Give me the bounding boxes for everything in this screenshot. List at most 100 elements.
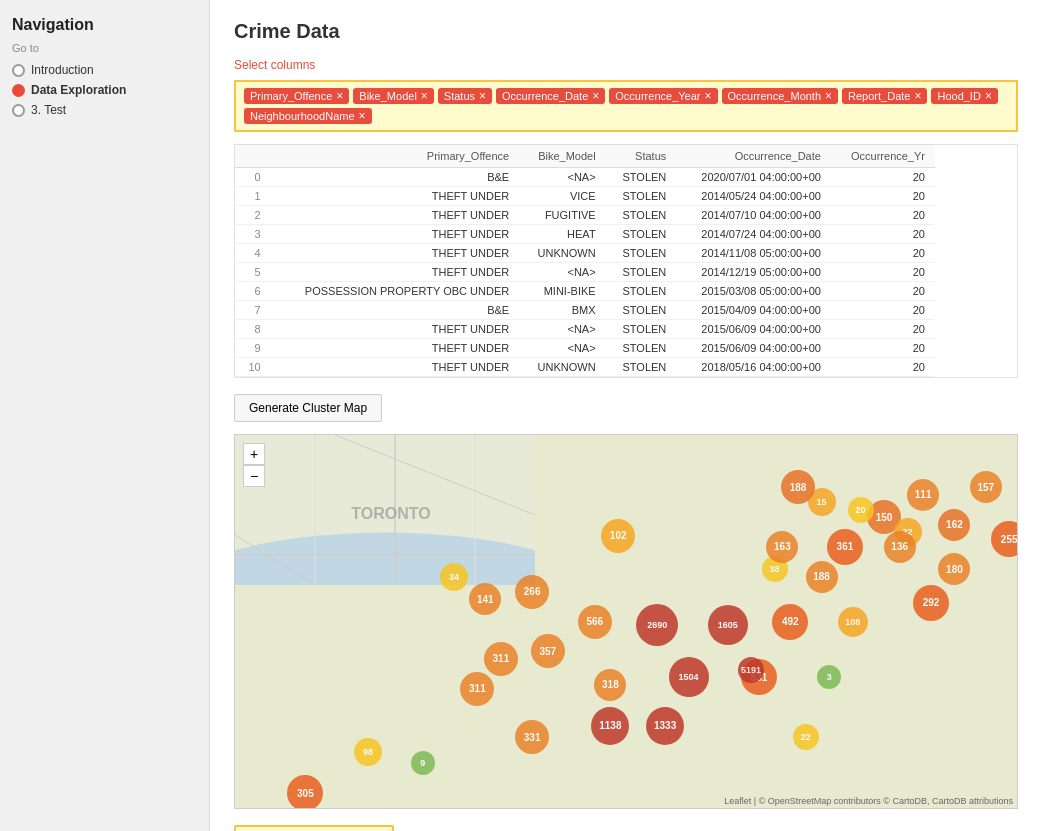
cluster-13[interactable]: 136 bbox=[884, 531, 916, 563]
cell-r9-c2: <NA> bbox=[519, 339, 605, 358]
map-container: TORONTO + − 1510234188150111157255162321… bbox=[234, 434, 1018, 809]
cell-r0-c1: B&E bbox=[271, 168, 519, 187]
sidebar-item-test[interactable]: 3. Test bbox=[12, 100, 197, 120]
cell-r2-c4: 2014/07/10 04:00:00+00 bbox=[676, 206, 831, 225]
cluster-2[interactable]: 102 bbox=[601, 519, 635, 553]
cluster-18[interactable]: 163 bbox=[766, 531, 798, 563]
cell-r5-c1: THEFT UNDER bbox=[271, 263, 519, 282]
cell-r0-c5: 20 bbox=[831, 168, 935, 187]
table-row: 0B&E<NA>STOLEN2020/07/01 04:00:00+0020 bbox=[235, 168, 935, 187]
col-header-occurrence-date: Occurrence_Date bbox=[676, 145, 831, 168]
cell-r2-c3: STOLEN bbox=[606, 206, 677, 225]
cluster-3[interactable]: 34 bbox=[440, 563, 468, 591]
cluster-25[interactable]: 141 bbox=[469, 583, 501, 615]
cluster-30[interactable]: 1504 bbox=[669, 657, 709, 697]
cluster-8[interactable]: 255 bbox=[991, 521, 1018, 557]
cell-r5-c4: 2014/12/19 05:00:00+00 bbox=[676, 263, 831, 282]
cell-r3-c5: 20 bbox=[831, 225, 935, 244]
cell-r5-c0: 5 bbox=[235, 263, 271, 282]
data-table: Primary_OffenceBike_ModelStatusOccurrenc… bbox=[235, 145, 935, 377]
cluster-36[interactable]: 331 bbox=[515, 720, 549, 754]
zoom-out-button[interactable]: − bbox=[243, 465, 265, 487]
sidebar-goto-label: Go to bbox=[12, 42, 197, 54]
cluster-6[interactable]: 111 bbox=[907, 479, 939, 511]
cell-r6-c5: 20 bbox=[831, 282, 935, 301]
cluster-21[interactable]: 2690 bbox=[636, 604, 678, 646]
cluster-39[interactable]: 22 bbox=[793, 724, 819, 750]
cluster-40[interactable]: 305 bbox=[287, 775, 323, 809]
chip-remove-occurrence_month[interactable]: × bbox=[825, 90, 832, 102]
cell-r7-c3: STOLEN bbox=[606, 301, 677, 320]
chip-occurrence-year: Occurrence_Year× bbox=[609, 88, 717, 104]
cluster-9[interactable]: 162 bbox=[938, 509, 970, 541]
select-columns-link[interactable]: Select columns bbox=[234, 58, 315, 72]
cluster-4[interactable]: 188 bbox=[781, 470, 815, 504]
cluster-7[interactable]: 157 bbox=[970, 471, 1002, 503]
cluster-38[interactable]: 9 bbox=[411, 751, 435, 775]
cell-r6-c2: MINI-BIKE bbox=[519, 282, 605, 301]
chip-remove-primary_offence[interactable]: × bbox=[336, 90, 343, 102]
cluster-12[interactable]: 292 bbox=[913, 585, 949, 621]
cluster-33[interactable]: 3 bbox=[817, 665, 841, 689]
cluster-35[interactable]: 1138 bbox=[591, 707, 629, 745]
cell-r2-c2: FUGITIVE bbox=[519, 206, 605, 225]
chip-status: Status× bbox=[438, 88, 492, 104]
chip-remove-report_date[interactable]: × bbox=[914, 90, 921, 102]
col-header-bike-model: Bike_Model bbox=[519, 145, 605, 168]
cluster-24[interactable]: 108 bbox=[838, 607, 868, 637]
generate-cluster-map-button[interactable]: Generate Cluster Map bbox=[234, 394, 382, 422]
cell-r3-c2: HEAT bbox=[519, 225, 605, 244]
sidebar-label-test: 3. Test bbox=[31, 103, 66, 117]
data-table-wrapper: Primary_OffenceBike_ModelStatusOccurrenc… bbox=[234, 144, 1018, 378]
chip-remove-hood_id[interactable]: × bbox=[985, 90, 992, 102]
cell-r7-c0: 7 bbox=[235, 301, 271, 320]
cell-r6-c4: 2015/03/08 05:00:00+00 bbox=[676, 282, 831, 301]
cell-r10-c3: STOLEN bbox=[606, 358, 677, 377]
sidebar-label-data-exploration: Data Exploration bbox=[31, 83, 126, 97]
cluster-19[interactable]: 266 bbox=[515, 575, 549, 609]
cluster-32[interactable]: 5191 bbox=[738, 657, 764, 683]
radio-data-exploration bbox=[12, 84, 25, 97]
cluster-27[interactable]: 311 bbox=[484, 642, 518, 676]
cluster-20[interactable]: 566 bbox=[578, 605, 612, 639]
chip-remove-bike_model[interactable]: × bbox=[421, 90, 428, 102]
cell-r8-c4: 2015/06/09 04:00:00+00 bbox=[676, 320, 831, 339]
cell-r9-c0: 9 bbox=[235, 339, 271, 358]
chip-remove-occurrence_date[interactable]: × bbox=[592, 90, 599, 102]
chip-hood-id: Hood_ID× bbox=[931, 88, 997, 104]
cell-r10-c1: THEFT UNDER bbox=[271, 358, 519, 377]
cell-r2-c0: 2 bbox=[235, 206, 271, 225]
map-attribution: Leaflet | © OpenStreetMap contributors ©… bbox=[724, 796, 1013, 806]
cell-r0-c4: 2020/07/01 04:00:00+00 bbox=[676, 168, 831, 187]
cluster-14[interactable]: 361 bbox=[827, 529, 863, 565]
chip-remove-neighbourhoodname[interactable]: × bbox=[359, 110, 366, 122]
chip-remove-occurrence_year[interactable]: × bbox=[704, 90, 711, 102]
cell-r4-c1: THEFT UNDER bbox=[271, 244, 519, 263]
cell-r1-c5: 20 bbox=[831, 187, 935, 206]
cluster-23[interactable]: 492 bbox=[772, 604, 808, 640]
cell-r3-c0: 3 bbox=[235, 225, 271, 244]
sidebar-item-data-exploration[interactable]: Data Exploration bbox=[12, 80, 197, 100]
chip-primary-offence: Primary_Offence× bbox=[244, 88, 349, 104]
cluster-28[interactable]: 311 bbox=[460, 672, 494, 706]
sidebar-item-introduction[interactable]: Introduction bbox=[12, 60, 197, 80]
cluster-1[interactable] bbox=[302, 469, 324, 491]
cell-r6-c0: 6 bbox=[235, 282, 271, 301]
cell-r4-c0: 4 bbox=[235, 244, 271, 263]
cluster-16[interactable]: 20 bbox=[848, 497, 874, 523]
zoom-in-button[interactable]: + bbox=[243, 443, 265, 465]
cell-r2-c5: 20 bbox=[831, 206, 935, 225]
cluster-11[interactable]: 180 bbox=[938, 553, 970, 585]
chip-occurrence-month: Occurrence_Month× bbox=[722, 88, 839, 104]
cluster-26[interactable]: 357 bbox=[531, 634, 565, 668]
generate-cluster-map2-button[interactable]: Generate Cluster Map 2 bbox=[234, 825, 394, 831]
chip-remove-status[interactable]: × bbox=[479, 90, 486, 102]
cluster-37[interactable]: 98 bbox=[354, 738, 382, 766]
cluster-15[interactable]: 188 bbox=[806, 561, 838, 593]
cluster-34[interactable]: 1333 bbox=[646, 707, 684, 745]
cell-r1-c3: STOLEN bbox=[606, 187, 677, 206]
cell-r8-c1: THEFT UNDER bbox=[271, 320, 519, 339]
cluster-29[interactable]: 318 bbox=[594, 669, 626, 701]
cluster-22[interactable]: 1605 bbox=[708, 605, 748, 645]
cell-r0-c2: <NA> bbox=[519, 168, 605, 187]
